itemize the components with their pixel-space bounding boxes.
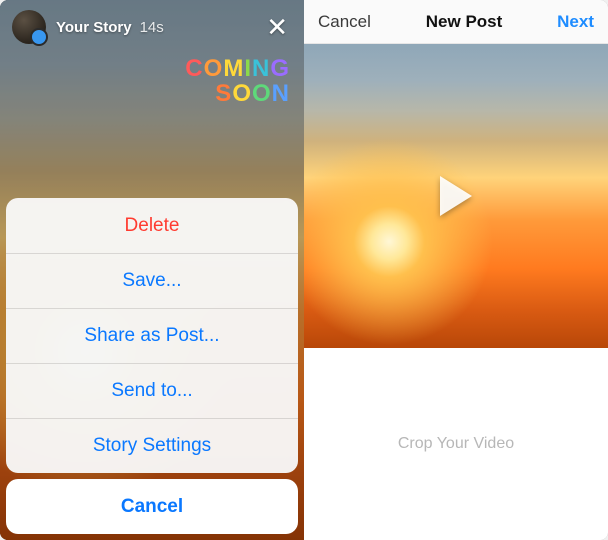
nav-cancel-button[interactable]: Cancel (318, 12, 371, 32)
play-icon[interactable] (440, 176, 472, 216)
avatar[interactable] (12, 10, 46, 44)
close-icon[interactable]: ✕ (262, 10, 292, 44)
screenshot-stage: Your Story 14s ✕ COMING SOON Delete Save… (0, 0, 608, 540)
send-to-button[interactable]: Send to... (6, 363, 298, 418)
crop-area[interactable]: Crop Your Video (304, 348, 608, 540)
story-title: Your Story (56, 19, 132, 36)
nav-next-button[interactable]: Next (557, 12, 594, 32)
save-button[interactable]: Save... (6, 253, 298, 308)
video-preview[interactable] (304, 44, 608, 348)
story-viewer-panel: Your Story 14s ✕ COMING SOON Delete Save… (0, 0, 304, 540)
coming-soon-line1: COMING (185, 56, 290, 81)
nav-title: New Post (426, 12, 503, 32)
action-sheet: Delete Save... Share as Post... Send to.… (6, 198, 298, 534)
crop-hint-text: Crop Your Video (398, 435, 514, 453)
coming-soon-line2: SOON (185, 81, 290, 106)
nav-bar: Cancel New Post Next (304, 0, 608, 44)
story-header: Your Story 14s ✕ (0, 0, 304, 54)
share-as-post-button[interactable]: Share as Post... (6, 308, 298, 363)
cancel-button[interactable]: Cancel (6, 479, 298, 534)
coming-soon-sticker: COMING SOON (185, 56, 290, 106)
story-timestamp: 14s (140, 19, 164, 36)
new-post-panel: Cancel New Post Next Crop Your Video (304, 0, 608, 540)
delete-button[interactable]: Delete (6, 198, 298, 253)
story-settings-button[interactable]: Story Settings (6, 418, 298, 473)
action-sheet-options: Delete Save... Share as Post... Send to.… (6, 198, 298, 473)
